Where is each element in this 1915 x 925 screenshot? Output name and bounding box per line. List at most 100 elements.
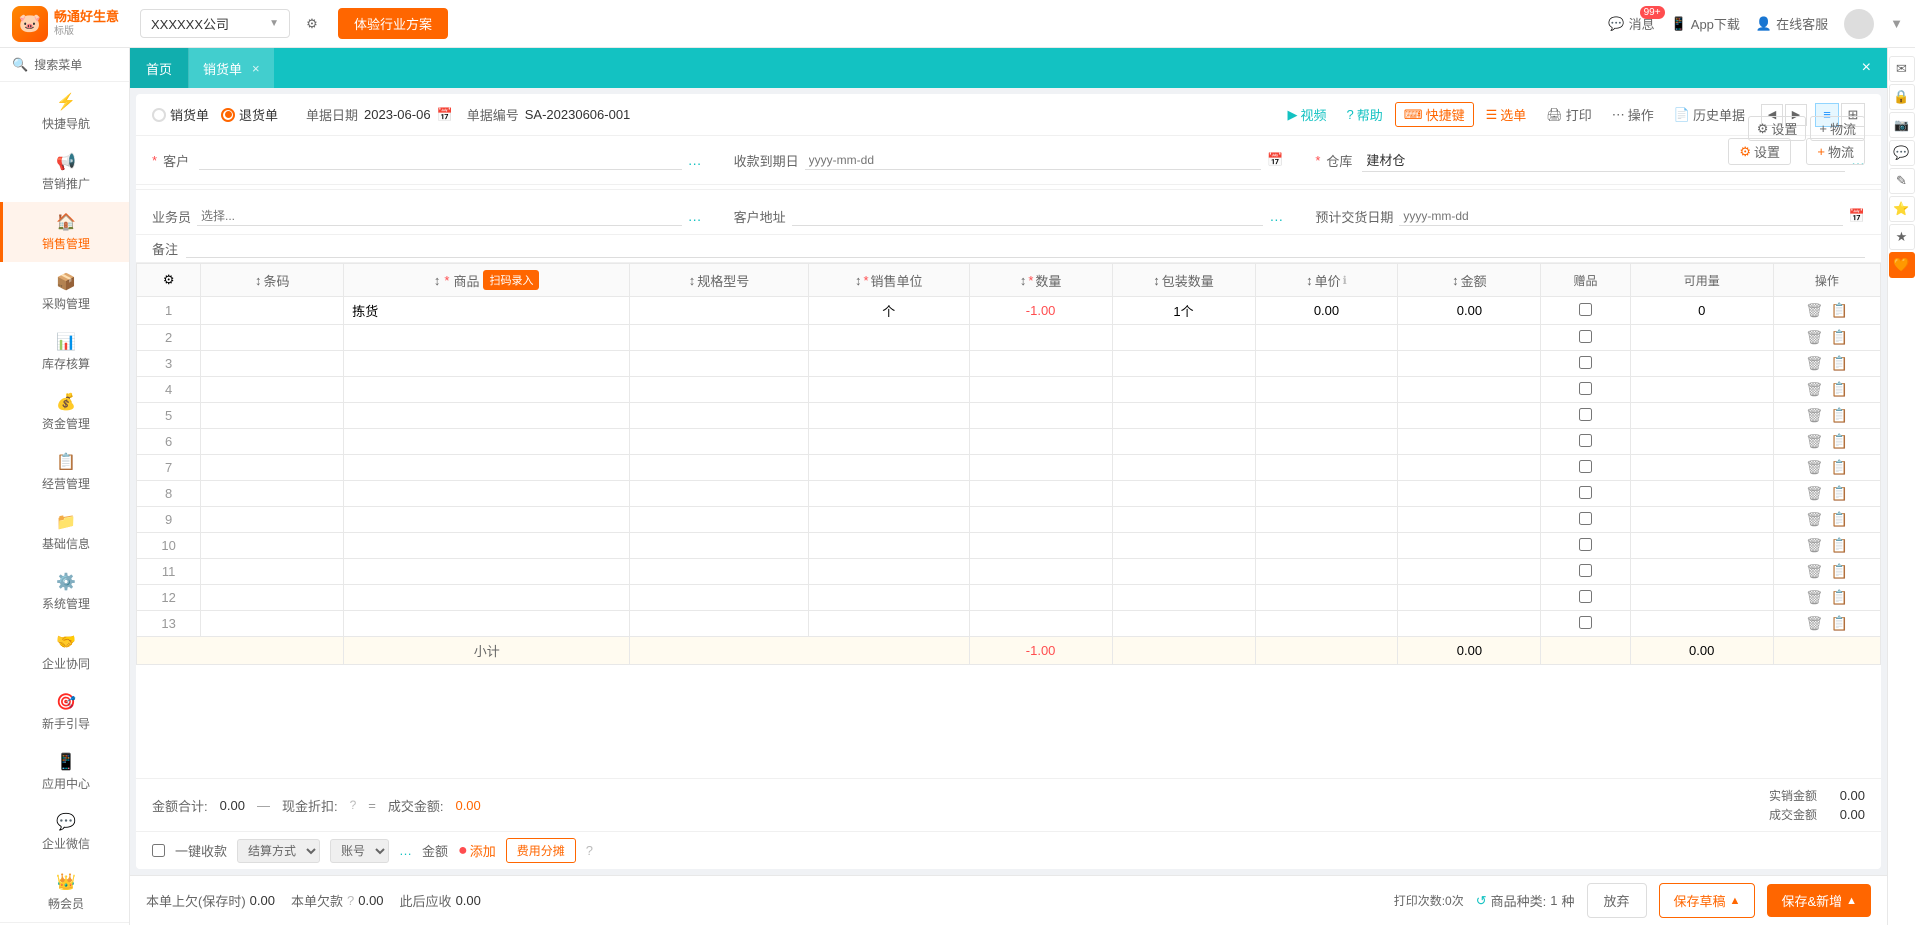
copy-row-btn[interactable]: 📋	[1829, 355, 1850, 372]
address-input[interactable]	[792, 206, 1264, 226]
float-btn-6[interactable]: ⭐	[1889, 196, 1915, 222]
settlement-method-select[interactable]: 结算方式	[237, 839, 320, 863]
video-btn[interactable]: ▶ 视频	[1280, 103, 1335, 126]
sidebar-item-apps[interactable]: 📱 应用中心	[0, 742, 129, 802]
sidebar-item-basics[interactable]: 📁 基础信息	[0, 502, 129, 562]
delete-row-btn[interactable]: 🗑	[1803, 563, 1825, 580]
float-btn-7[interactable]: ★	[1889, 224, 1915, 250]
save-draft-button[interactable]: 保存草稿 ▲	[1659, 883, 1756, 918]
col-settings[interactable]: ⚙	[137, 264, 201, 297]
close-icon[interactable]: ×	[252, 61, 260, 76]
customer-input[interactable]	[199, 150, 682, 170]
logistics-top-btn[interactable]: + 物流	[1806, 138, 1865, 165]
copy-row-btn[interactable]: 📋	[1829, 329, 1850, 346]
delete-row-btn[interactable]: 🗑	[1803, 355, 1825, 372]
tab-sales-order[interactable]: 销货单 ×	[189, 48, 274, 88]
remark-input[interactable]	[186, 239, 1865, 258]
delivery-cal-icon[interactable]: 📅	[1849, 208, 1865, 224]
customer-dots-btn[interactable]: …	[688, 152, 702, 168]
sidebar-search[interactable]: 🔍 搜索菜单	[0, 48, 129, 82]
float-btn-3[interactable]: 📷	[1889, 112, 1915, 138]
radio-sales-order[interactable]: 销货单	[152, 105, 209, 124]
refresh-icon[interactable]: ↺	[1476, 893, 1487, 909]
help-btn[interactable]: ? 帮助	[1339, 103, 1391, 126]
add-btn[interactable]: ● 添加	[458, 841, 496, 860]
float-btn-1[interactable]: ✉	[1889, 56, 1915, 82]
sidebar-item-finance[interactable]: 💰 资金管理	[0, 382, 129, 442]
sidebar-item-member[interactable]: 👑 畅会员	[0, 862, 129, 922]
app-download-btn[interactable]: 📱 App下载	[1671, 14, 1740, 33]
sidebar-item-quick-nav[interactable]: ⚡ 快捷导航	[0, 82, 129, 142]
address-dots-btn[interactable]: …	[1269, 208, 1283, 224]
trial-button[interactable]: 体验行业方案	[338, 8, 448, 39]
close-window-btn[interactable]: ×	[1854, 55, 1879, 81]
sidebar-item-inventory[interactable]: 📊 库存核算	[0, 322, 129, 382]
copy-row-btn[interactable]: 📋	[1829, 563, 1850, 580]
salesperson-dots-btn[interactable]: …	[688, 208, 702, 224]
delete-row-btn[interactable]: 🗑	[1803, 381, 1825, 398]
question-icon[interactable]: ?	[350, 798, 357, 812]
radio-return-order[interactable]: 退货单	[221, 105, 278, 124]
print-btn[interactable]: 🖨 打印	[1538, 103, 1600, 126]
copy-row-btn[interactable]: 📋	[1829, 589, 1850, 606]
copy-row-btn[interactable]: 📋	[1829, 381, 1850, 398]
sidebar-item-marketing[interactable]: 📢 营销推广	[0, 142, 129, 202]
one-click-checkbox[interactable]	[152, 844, 165, 857]
salesperson-input[interactable]	[197, 207, 682, 226]
sidebar-item-purchase[interactable]: 📦 采购管理	[0, 262, 129, 322]
user-chevron[interactable]: ▼	[1890, 16, 1903, 31]
sidebar-item-wechat[interactable]: 💬 企业微信	[0, 802, 129, 862]
scan-btn[interactable]: 扫码录入	[483, 270, 539, 290]
sidebar-item-enterprise[interactable]: 🤝 企业协同	[0, 622, 129, 682]
delete-row-btn[interactable]: 🗑	[1803, 433, 1825, 450]
search-icon: 🔍	[12, 57, 28, 73]
delete-row-btn[interactable]: 🗑	[1803, 589, 1825, 606]
sidebar-item-system[interactable]: ⚙️ 系统管理	[0, 562, 129, 622]
sidebar-item-operations[interactable]: 📋 经营管理	[0, 442, 129, 502]
shortcut-btn[interactable]: ⌨ 快捷键	[1395, 102, 1474, 127]
sidebar-item-guide[interactable]: 🎯 新手引导	[0, 682, 129, 742]
copy-row-btn[interactable]: 📋	[1829, 433, 1850, 450]
copy-row-btn[interactable]: 📋	[1829, 407, 1850, 424]
copy-row-btn[interactable]: 📋	[1829, 302, 1850, 319]
history-btn[interactable]: 📄 历史单据	[1666, 103, 1753, 126]
operation-btn[interactable]: ⋯ 操作	[1604, 103, 1662, 126]
copy-row-btn[interactable]: 📋	[1829, 485, 1850, 502]
dots-btn[interactable]: …	[399, 843, 412, 858]
total-debt-question[interactable]: ?	[347, 893, 354, 908]
delete-row-btn[interactable]: 🗑	[1803, 537, 1825, 554]
delete-row-btn[interactable]: 🗑	[1803, 302, 1825, 319]
select-btn[interactable]: ☰ 选单	[1478, 103, 1535, 126]
delete-row-btn[interactable]: 🗑	[1803, 511, 1825, 528]
tab-home[interactable]: 首页	[130, 48, 189, 88]
save-new-button[interactable]: 保存&新增 ▲	[1767, 884, 1871, 917]
delete-row-btn[interactable]: 🗑	[1803, 407, 1825, 424]
calendar-icon[interactable]: 📅	[437, 107, 453, 123]
due-date-input[interactable]	[805, 151, 1261, 170]
delivery-date-input[interactable]	[1399, 207, 1842, 226]
account-select[interactable]: 账号	[330, 839, 389, 863]
settings-gear-btn[interactable]: ⚙	[298, 10, 326, 38]
float-btn-5[interactable]: ✎	[1889, 168, 1915, 194]
copy-row-btn[interactable]: 📋	[1829, 459, 1850, 476]
due-date-cal-icon[interactable]: 📅	[1267, 152, 1283, 168]
expense-btn[interactable]: 费用分摊	[506, 838, 576, 863]
help-question-icon[interactable]: ?	[586, 843, 593, 858]
delete-row-btn[interactable]: 🗑	[1803, 485, 1825, 502]
settings-top-btn[interactable]: ⚙ 设置	[1728, 138, 1791, 165]
delete-row-btn[interactable]: 🗑	[1803, 615, 1825, 632]
float-btn-4[interactable]: 💬	[1889, 140, 1915, 166]
sidebar-item-sales[interactable]: 🏠 销售管理	[0, 202, 129, 262]
copy-row-btn[interactable]: 📋	[1829, 615, 1850, 632]
float-btn-8[interactable]: 🧡	[1889, 252, 1915, 278]
copy-row-btn[interactable]: 📋	[1829, 511, 1850, 528]
float-btn-2[interactable]: 🔒	[1889, 84, 1915, 110]
avatar[interactable]	[1844, 9, 1874, 39]
copy-row-btn[interactable]: 📋	[1829, 537, 1850, 554]
online-service-btn[interactable]: 👤 在线客服	[1756, 14, 1828, 33]
delete-row-btn[interactable]: 🗑	[1803, 459, 1825, 476]
delete-row-btn[interactable]: 🗑	[1803, 329, 1825, 346]
message-btn[interactable]: 💬 消息 99+	[1608, 14, 1654, 33]
discard-button[interactable]: 放弃	[1587, 883, 1647, 918]
company-selector[interactable]: XXXXXX公司 ▼	[140, 9, 290, 38]
